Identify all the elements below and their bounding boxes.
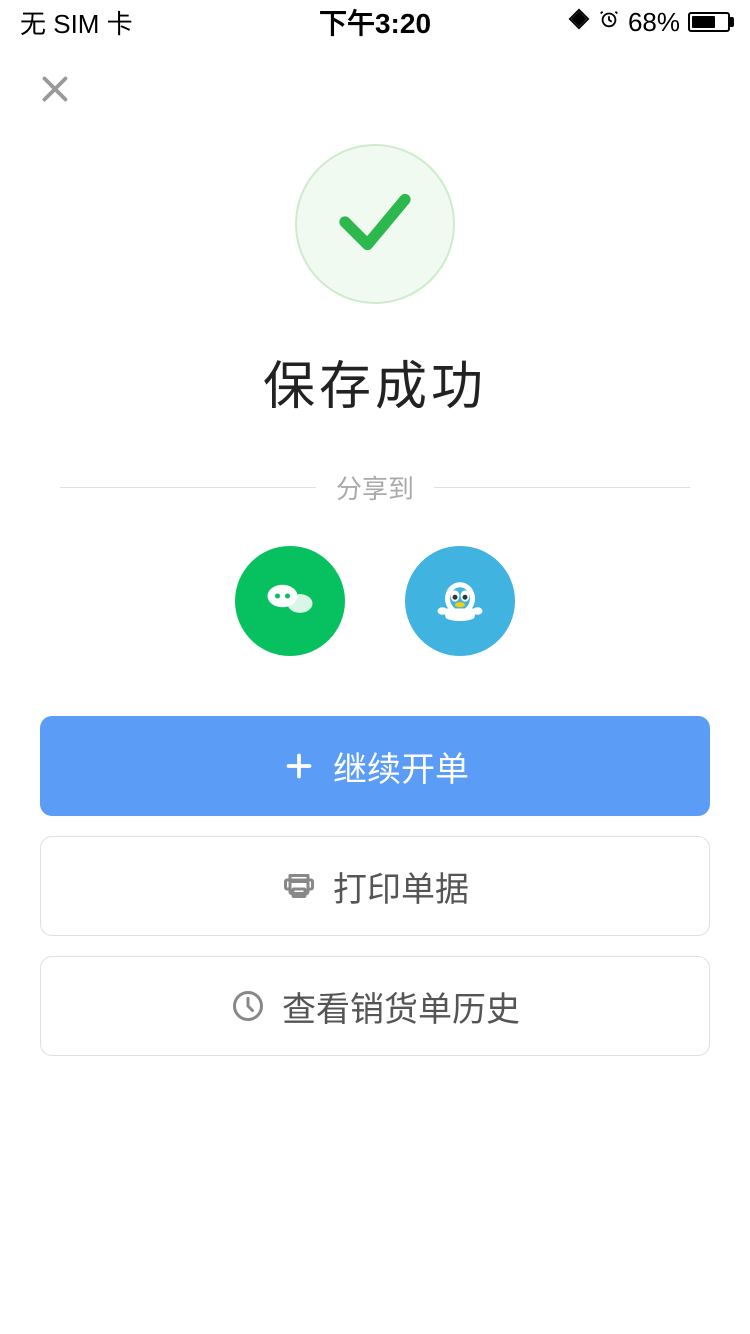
share-wechat-button[interactable] xyxy=(235,546,345,656)
checkmark-icon xyxy=(330,177,420,272)
battery-percent: 68% xyxy=(628,7,680,38)
location-icon xyxy=(568,8,590,37)
success-title: 保存成功 xyxy=(263,344,487,419)
actions-container: 继续开单 打印单据 查看销货单历史 xyxy=(0,716,750,1056)
page-content: 保存成功 分享到 xyxy=(0,44,750,1334)
continue-label: 继续开单 xyxy=(333,742,469,791)
status-right: 68% xyxy=(568,7,730,38)
clock-icon xyxy=(230,988,266,1024)
divider-line-left xyxy=(60,487,316,488)
plus-icon xyxy=(281,748,317,784)
share-qq-button[interactable] xyxy=(405,546,515,656)
battery-icon xyxy=(688,12,730,32)
continue-button[interactable]: 继续开单 xyxy=(40,716,710,816)
close-button[interactable] xyxy=(30,64,80,114)
alarm-icon xyxy=(598,8,620,37)
status-time: 下午3:20 xyxy=(319,2,431,42)
printer-icon xyxy=(281,868,317,904)
status-bar: 无 SIM 卡 下午3:20 xyxy=(0,0,750,44)
success-icon-circle xyxy=(295,144,455,304)
divider-line-right xyxy=(434,487,690,488)
print-button[interactable]: 打印单据 xyxy=(40,836,710,936)
history-button[interactable]: 查看销货单历史 xyxy=(40,956,710,1056)
share-divider: 分享到 xyxy=(0,469,750,506)
share-row xyxy=(235,546,515,656)
status-carrier: 无 SIM 卡 xyxy=(20,4,141,41)
history-label: 查看销货单历史 xyxy=(282,982,520,1031)
print-label: 打印单据 xyxy=(333,862,469,911)
share-label: 分享到 xyxy=(336,469,414,506)
